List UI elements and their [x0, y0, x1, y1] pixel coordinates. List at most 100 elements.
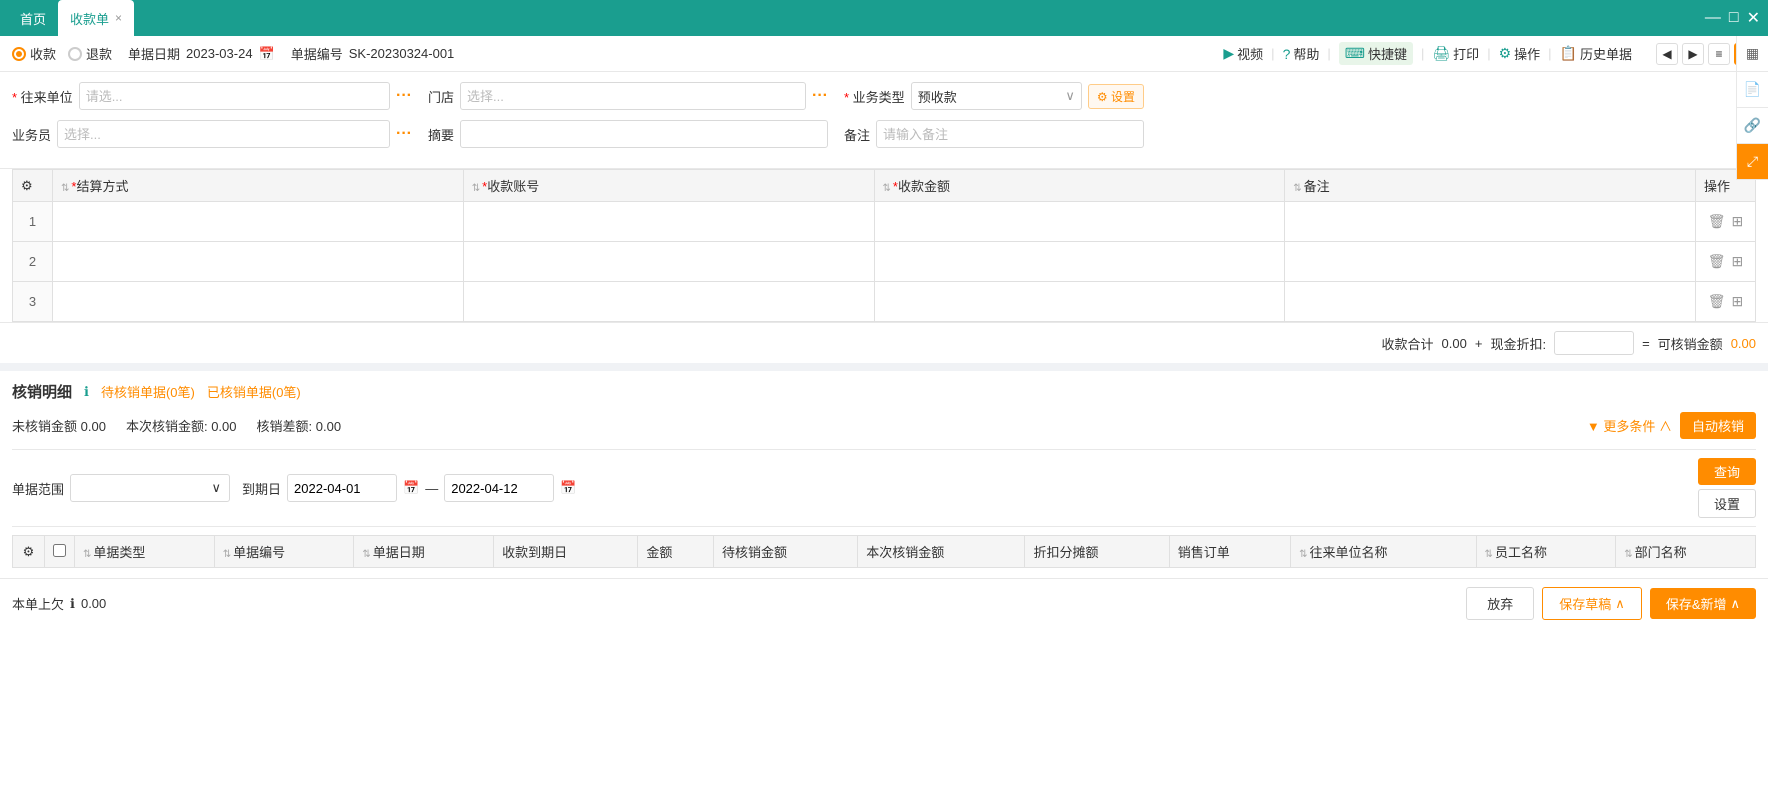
biz-type-select[interactable]: 预收款 ∨ [911, 82, 1082, 110]
action-shortcut[interactable]: ⌨ 快捷键 [1339, 42, 1413, 65]
row-2-copy-icon[interactable]: ⊞ [1732, 253, 1744, 270]
select-all-checkbox[interactable] [53, 544, 66, 557]
table-gear-header[interactable]: ⚙ [13, 170, 53, 202]
row-2-delete-icon[interactable]: 🗑 [1708, 253, 1726, 270]
query-btn[interactable]: 查询 [1698, 458, 1756, 485]
row-3-actions: 🗑 ⊞ [1696, 282, 1756, 322]
col-checkbox[interactable] [45, 536, 75, 568]
action-operation-label: 操作 [1514, 44, 1540, 63]
counterparty-ellipsis[interactable]: ··· [396, 87, 412, 105]
store-field: 门店 ··· [428, 82, 828, 110]
nav-tab-receipt[interactable]: 收款单 × [58, 0, 134, 36]
save-new-arrow[interactable]: ∧ [1730, 596, 1740, 612]
due-date-start-input[interactable] [287, 474, 397, 502]
list-view-icon[interactable]: ≡ [1708, 43, 1730, 65]
row-3-amount[interactable] [874, 282, 1285, 322]
sidebar-document-icon[interactable]: 📄 [1737, 72, 1768, 108]
action-help[interactable]: ? 帮助 [1283, 44, 1320, 63]
row-2-account[interactable] [463, 242, 874, 282]
summary-label: 摘要 [428, 125, 454, 144]
settings-btn-search[interactable]: 设置 [1698, 489, 1756, 518]
row-3-remark-input[interactable] [1285, 282, 1695, 321]
row-3-account-input[interactable] [464, 282, 874, 321]
close-btn[interactable]: ✕ [1747, 8, 1760, 28]
tab-close[interactable]: × [115, 11, 122, 25]
sidebar-table-icon[interactable]: ▦ [1737, 36, 1768, 72]
counterparty-input[interactable] [79, 82, 390, 110]
settings-btn-form[interactable]: ⚙ 设置 [1088, 84, 1144, 109]
staff-input[interactable] [57, 120, 390, 148]
row-2-amount-input[interactable] [875, 242, 1285, 281]
action-operation[interactable]: ⚙ 操作 [1499, 44, 1541, 63]
row-3-copy-icon[interactable]: ⊞ [1732, 293, 1744, 310]
cal-icon-end[interactable]: 📅 [560, 480, 576, 496]
row-1-account-input[interactable] [464, 202, 874, 241]
remark-input[interactable] [876, 120, 1144, 148]
col-doc-date: ⇅单据日期 [354, 536, 494, 568]
store-input[interactable] [460, 82, 806, 110]
more-conditions-link[interactable]: ▼ 更多条件 ∧ [1587, 416, 1672, 435]
row-2-account-input[interactable] [464, 242, 874, 281]
abandon-btn[interactable]: 放弃 [1466, 587, 1534, 620]
row-2-settle[interactable] [53, 242, 464, 282]
date-cal-icon[interactable]: 📅 [259, 46, 275, 62]
store-ellipsis[interactable]: ··· [812, 87, 828, 105]
summary-input[interactable] [460, 120, 828, 148]
save-draft-arrow[interactable]: ∧ [1615, 596, 1625, 612]
row-2-settle-input[interactable] [53, 242, 463, 281]
cal-icon-start[interactable]: 📅 [403, 480, 419, 496]
next-icon[interactable]: ▶ [1682, 43, 1704, 65]
prev-icon[interactable]: ◀ [1656, 43, 1678, 65]
info-icon[interactable]: ℹ [84, 384, 89, 400]
auto-verify-btn[interactable]: 自动核销 [1680, 412, 1756, 439]
row-3-settle-input[interactable] [53, 282, 463, 321]
receipt-table: ⚙ ⇅*结算方式 ⇅*收款账号 ⇅*收款金额 ⇅备注 操作 [12, 169, 1756, 322]
action-history[interactable]: 📋 历史单据 [1560, 44, 1632, 63]
row-1-amount-input[interactable] [875, 202, 1285, 241]
date-value[interactable]: 2023-03-24 [186, 46, 253, 61]
sidebar-link-icon[interactable]: 🔗 [1737, 108, 1768, 144]
maximize-btn[interactable]: □ [1729, 9, 1739, 27]
row-1-delete-icon[interactable]: 🗑 [1708, 213, 1726, 230]
row-1-copy-icon[interactable]: ⊞ [1732, 213, 1744, 230]
action-print[interactable]: 🖨 打印 [1432, 44, 1479, 63]
summary-row: 收款合计 0.00 + 现金折扣: = 可核销金额 0.00 [0, 322, 1768, 363]
store-label: 门店 [428, 87, 454, 106]
nav-home[interactable]: 首页 [8, 0, 58, 36]
row-3-delete-icon[interactable]: 🗑 [1708, 293, 1726, 310]
range-label: 单据范围 [12, 479, 64, 498]
row-1-remark-input[interactable] [1285, 202, 1695, 241]
col-gear[interactable]: ⚙ [13, 536, 45, 568]
footer-left: 本单上欠 ℹ 0.00 [12, 594, 106, 613]
row-1-actions: 🗑 ⊞ [1696, 202, 1756, 242]
order-limit-info-icon[interactable]: ℹ [70, 596, 75, 612]
row-3-amount-input[interactable] [875, 282, 1285, 321]
radio-receipt[interactable]: 收款 [12, 44, 56, 63]
row-1-remark[interactable] [1285, 202, 1696, 242]
row-1-settle-input[interactable] [53, 202, 463, 241]
pending-tab[interactable]: 待核销单据(0笔) [101, 382, 195, 401]
save-new-btn[interactable]: 保存&新增 ∧ [1650, 588, 1756, 619]
due-date-end-input[interactable] [444, 474, 554, 502]
range-select[interactable]: ∨ [70, 474, 230, 502]
radio-refund[interactable]: 退款 [68, 44, 112, 63]
staff-ellipsis[interactable]: ··· [396, 125, 412, 143]
row-2-amount[interactable] [874, 242, 1285, 282]
row-3-account[interactable] [463, 282, 874, 322]
save-draft-btn[interactable]: 保存草稿 ∧ [1542, 587, 1642, 620]
row-1-amount[interactable] [874, 202, 1285, 242]
discount-input[interactable] [1554, 331, 1634, 355]
settings-label: 设置 [1111, 90, 1135, 104]
row-2-remark-input[interactable] [1285, 242, 1695, 281]
row-1-settle[interactable] [53, 202, 464, 242]
sidebar-expand-icon[interactable]: ⤢ [1737, 144, 1768, 180]
row-2-remark[interactable] [1285, 242, 1696, 282]
minimize-btn[interactable]: — [1705, 9, 1721, 27]
biz-type-arrow: ∨ [1065, 88, 1075, 104]
tab-label: 收款单 [70, 9, 109, 28]
row-3-remark[interactable] [1285, 282, 1696, 322]
done-tab[interactable]: 已核销单据(0笔) [207, 382, 301, 401]
row-1-account[interactable] [463, 202, 874, 242]
action-video[interactable]: ▶ 视频 [1223, 44, 1263, 63]
row-3-settle[interactable] [53, 282, 464, 322]
